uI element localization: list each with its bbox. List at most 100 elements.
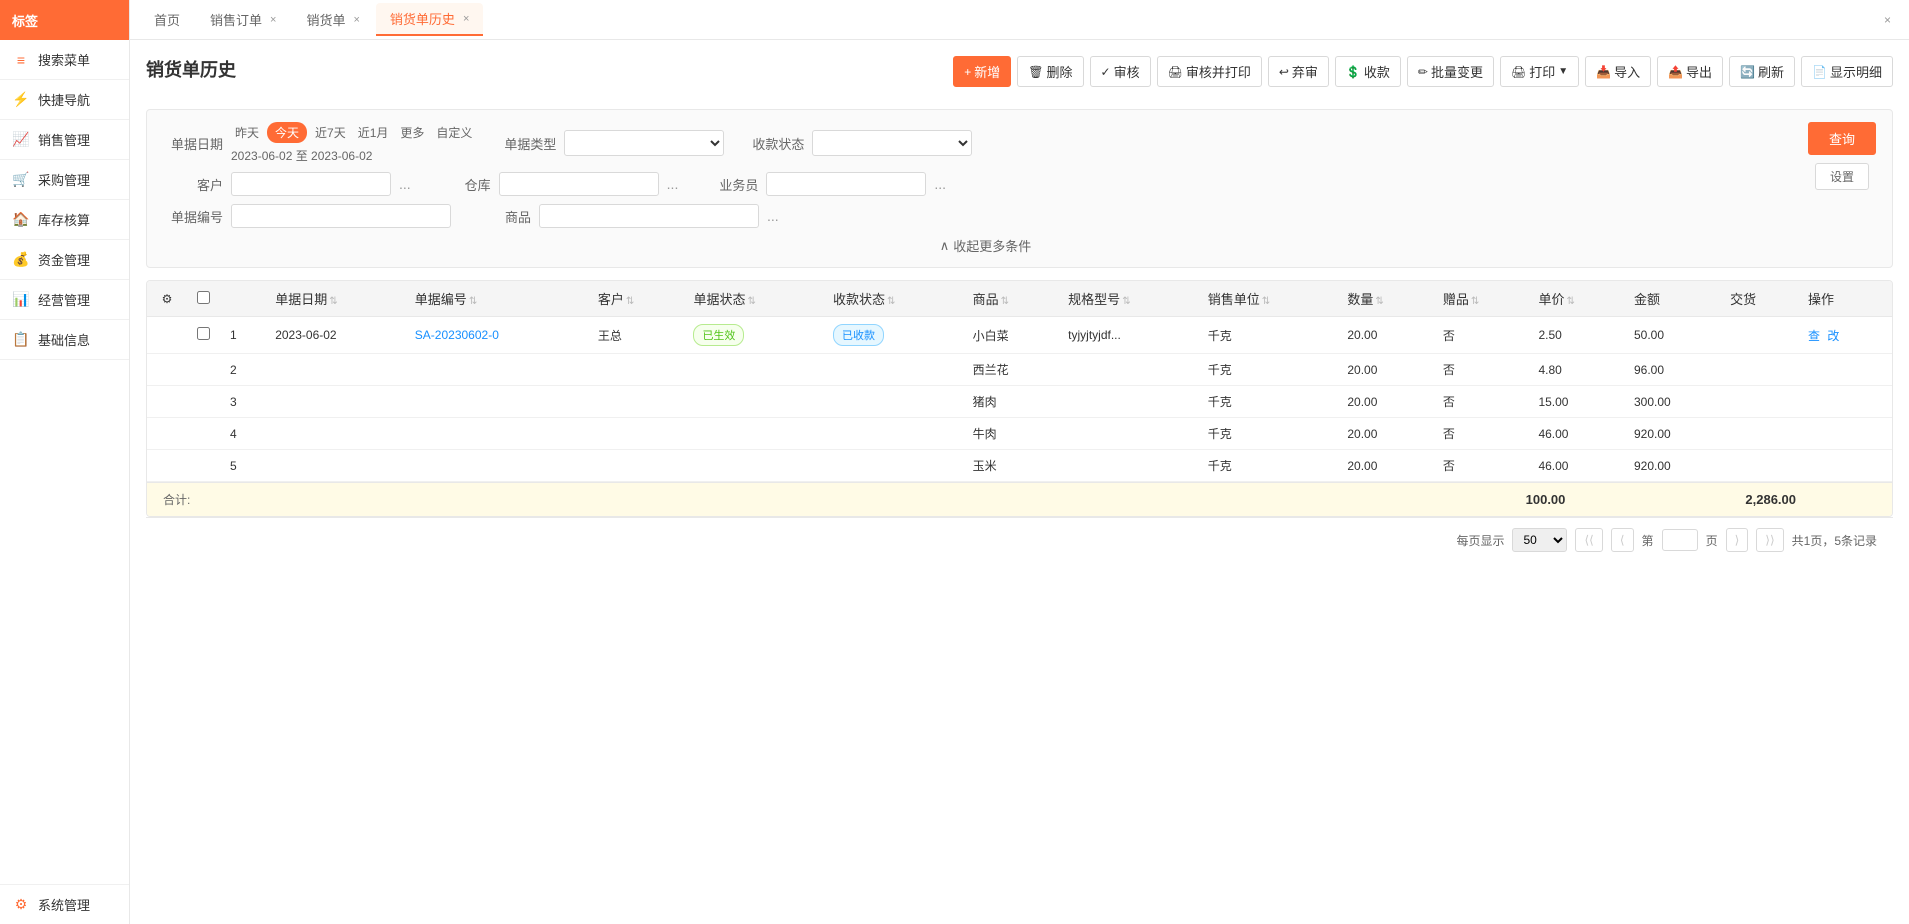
sidebar-item-label: 快捷导航 [38,90,90,109]
col-goods[interactable]: 商品⇅ [963,281,1059,317]
order-no-input[interactable] [231,204,451,228]
col-gift[interactable]: 赠品⇅ [1433,281,1529,317]
action-view-1[interactable]: 查 [1808,329,1820,343]
date-custom[interactable]: 自定义 [432,122,476,143]
data-table: ⚙ 单据日期⇅ 单据编号⇅ 客户⇅ 单据状态⇅ 收款状态⇅ 商品⇅ 规格型号⇅ … [146,280,1893,517]
next-page-btn[interactable]: ⟩ [1726,528,1749,552]
filter-order-no: 单据编号 [163,204,451,228]
tab-sales-order[interactable]: 销售订单 × [196,4,290,35]
customer-dots[interactable]: ... [399,176,411,192]
page-input[interactable]: 1 [1662,529,1698,551]
refresh-button[interactable]: 🔄 刷新 [1729,56,1795,87]
add-button[interactable]: + 新增 [953,56,1011,87]
goods-input[interactable] [539,204,759,228]
audit-button[interactable]: ✓ 审核 [1090,56,1151,87]
row-amount-1: 50.00 [1624,317,1720,354]
col-spec[interactable]: 规格型号⇅ [1058,281,1198,317]
sidebar-item-label: 采购管理 [38,170,90,189]
pay-status-select[interactable] [812,130,972,156]
detail-icon: 📄 [1812,65,1827,79]
collect-button[interactable]: 💲 收款 [1335,56,1401,87]
sidebar-item-label: 搜索菜单 [38,50,90,69]
col-paystatus[interactable]: 收款状态⇅ [823,281,963,317]
import-icon: 📥 [1596,65,1611,79]
collapse-filter-button[interactable]: ∧ 收起更多条件 [163,236,1808,255]
abandon-button[interactable]: ↩ 弃审 [1268,56,1329,87]
date-more[interactable]: 更多 [396,122,428,143]
col-price[interactable]: 单价⇅ [1528,281,1624,317]
sidebar-item-operations[interactable]: 📊 经营管理 [0,280,129,320]
doc-type-select[interactable] [564,130,724,156]
col-trans: 交货 [1720,281,1798,317]
table-total: 合计: 100.00 2,286.00 [147,482,1892,516]
total-label: 合计: [163,491,190,508]
first-page-btn[interactable]: ⟨⟨ [1575,528,1602,552]
row-qty-3: 20.00 [1337,386,1433,418]
sidebar-item-quick-nav[interactable]: ⚡ 快捷导航 [0,80,129,120]
sidebar-item-search-menu[interactable]: ≡ 搜索菜单 [0,40,129,80]
col-orderno[interactable]: 单据编号⇅ [405,281,588,317]
filter-pay-status: 收款状态 [744,130,972,156]
action-edit-1[interactable]: 改 [1827,329,1839,343]
table-row: 4 牛肉 千克 20.00 否 46.00 920.00 [147,418,1892,450]
filter-row-3: 单据编号 商品 ... [163,204,1808,228]
tab-sales-goods[interactable]: 销货单 × [292,4,373,35]
row-unit-3: 千克 [1198,386,1338,418]
audit-print-button[interactable]: 🖨 审核并打印 [1157,56,1262,87]
col-qty[interactable]: 数量⇅ [1337,281,1433,317]
warehouse-dots[interactable]: ... [667,176,679,192]
sidebar-item-basic-info[interactable]: 📋 基础信息 [0,320,129,360]
goods-dots[interactable]: ... [767,208,779,224]
sort-gift-icon: ⇅ [1471,296,1479,307]
total-qty: 100.00 [1526,492,1566,507]
sidebar-item-finance[interactable]: 💰 资金管理 [0,240,129,280]
staff-label: 业务员 [698,175,758,194]
col-gear[interactable]: ⚙ [147,281,187,317]
close-tab-sales-order[interactable]: × [270,14,276,26]
col-date[interactable]: 单据日期⇅ [265,281,405,317]
date-today[interactable]: 今天 [267,122,307,143]
date-yesterday[interactable]: 昨天 [231,122,263,143]
table-row: 3 猪肉 千克 20.00 否 15.00 300.00 [147,386,1892,418]
close-all-tabs[interactable]: × [1876,9,1899,31]
last-page-btn[interactable]: ⟩⟩ [1756,528,1783,552]
col-customer[interactable]: 客户⇅ [588,281,684,317]
filter-staff: 业务员 ... [698,172,946,196]
query-button[interactable]: 查询 [1808,122,1876,155]
sidebar-item-inventory[interactable]: 🏠 库存核算 [0,200,129,240]
close-tab-sales-goods[interactable]: × [353,14,359,26]
tab-home[interactable]: 首页 [140,4,194,35]
date-1month[interactable]: 近1月 [354,122,393,143]
batch-change-button[interactable]: ✏ 批量变更 [1407,56,1494,87]
staff-input[interactable] [766,172,926,196]
row-qty-1: 20.00 [1337,317,1433,354]
row-docstatus-1: 已生效 [683,317,823,354]
select-all-checkbox[interactable] [197,291,210,304]
setting-button[interactable]: 设置 [1815,163,1869,190]
sidebar-item-sales-mgmt[interactable]: 📈 销售管理 [0,120,129,160]
show-detail-button[interactable]: 📄 显示明细 [1801,56,1893,87]
date-7days[interactable]: 近7天 [311,122,350,143]
close-tab-sales-history[interactable]: × [463,13,469,25]
tab-sales-history[interactable]: 销货单历史 × [376,3,483,36]
staff-dots[interactable]: ... [934,176,946,192]
warehouse-input[interactable] [499,172,659,196]
row-trans-1 [1720,317,1798,354]
import-button[interactable]: 📥 导入 [1585,56,1651,87]
sidebar-item-label: 资金管理 [38,250,90,269]
export-button[interactable]: 📤 导出 [1657,56,1723,87]
sidebar-item-purchase-mgmt[interactable]: 🛒 采购管理 [0,160,129,200]
order-link-1[interactable]: SA-20230602-0 [415,328,499,342]
sidebar-item-system[interactable]: ⚙ 系统管理 [0,885,129,924]
row-checkbox-1[interactable] [197,327,210,340]
col-unit[interactable]: 销售单位⇅ [1198,281,1338,317]
prev-page-btn[interactable]: ⟨ [1611,528,1634,552]
row-amount-4: 920.00 [1624,418,1720,450]
print-button[interactable]: 🖨 打印 ▼ [1500,56,1579,87]
col-amount: 金额 [1624,281,1720,317]
col-docstatus[interactable]: 单据状态⇅ [683,281,823,317]
row-orderno-1[interactable]: SA-20230602-0 [405,317,588,354]
delete-button[interactable]: 🗑 删除 [1017,56,1083,87]
customer-input[interactable] [231,172,391,196]
per-page-select[interactable]: 50 20 100 [1512,528,1567,552]
